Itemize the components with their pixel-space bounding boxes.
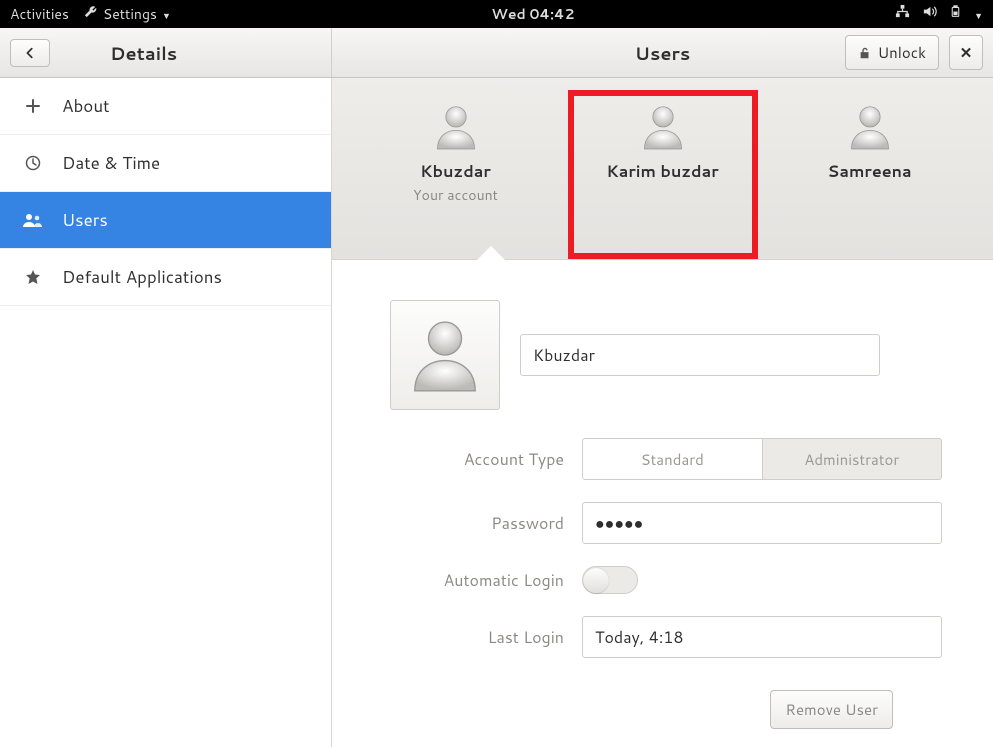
sidebar-item-label: About	[62, 94, 110, 118]
switch-knob	[583, 567, 609, 593]
last-login-label: Last Login	[382, 626, 582, 649]
unlock-button-label: Unlock	[878, 42, 926, 63]
main-panel: Kbuzdar Your account Karim buzdar Samree…	[332, 78, 993, 747]
user-tile-karim-buzdar[interactable]: Karim buzdar	[568, 90, 758, 259]
automatic-login-switch[interactable]	[582, 566, 638, 594]
users-icon	[22, 212, 44, 228]
last-login-value-box[interactable]: Today, 4:18	[582, 616, 942, 658]
network-icon[interactable]	[895, 4, 910, 24]
clock-icon	[22, 155, 44, 171]
lock-open-icon	[858, 46, 872, 60]
close-icon: ✕	[960, 42, 973, 63]
account-type-toggle[interactable]: Standard Administrator	[582, 438, 942, 480]
unlock-button[interactable]: Unlock	[845, 35, 939, 70]
user-form: Kbuzdar Account Type Standard Administra…	[332, 260, 993, 739]
avatar-icon	[401, 311, 489, 399]
user-tile-samreena[interactable]: Samreena	[775, 100, 965, 259]
password-field[interactable]: ●●●●●	[582, 502, 942, 544]
star-icon	[22, 269, 44, 285]
password-value: ●●●●●	[595, 512, 643, 535]
user-tile-kbuzdar[interactable]: Kbuzdar Your account	[361, 100, 551, 259]
app-menu-label: Settings	[103, 4, 157, 24]
sidebar: About Date & Time Users Default Applicat…	[0, 78, 332, 747]
left-pane-title: Details	[110, 40, 177, 66]
users-strip: Kbuzdar Your account Karim buzdar Samree…	[332, 78, 993, 260]
wrench-icon	[83, 4, 98, 24]
user-tile-name: Karim buzdar	[606, 160, 718, 183]
remove-user-button[interactable]: Remove User	[770, 690, 893, 729]
selected-user-pointer	[477, 246, 505, 260]
avatar-selector[interactable]	[390, 300, 500, 410]
password-label: Password	[382, 512, 582, 535]
display-name-value: Kbuzdar	[533, 344, 595, 367]
window-header: Details Users Unlock ✕	[0, 28, 993, 78]
automatic-login-label: Automatic Login	[382, 569, 582, 592]
user-tile-subtitle: Your account	[413, 185, 498, 205]
account-type-standard[interactable]: Standard	[582, 438, 763, 480]
user-tile-name: Kbuzdar	[420, 160, 491, 183]
sidebar-item-label: Users	[62, 208, 108, 232]
user-tile-name: Samreena	[827, 160, 911, 183]
gnome-topbar: Activities Settings ▼ Wed 04:42 ▼	[0, 0, 993, 28]
last-login-value: Today, 4:18	[595, 626, 684, 649]
close-button[interactable]: ✕	[949, 35, 983, 70]
activities-button[interactable]: Activities	[10, 4, 69, 24]
plus-icon	[22, 98, 44, 114]
sidebar-item-default-applications[interactable]: Default Applications	[0, 249, 331, 306]
sidebar-item-label: Default Applications	[62, 265, 222, 289]
chevron-down-icon: ▼	[162, 9, 171, 22]
avatar-icon	[636, 100, 690, 154]
app-menu-settings[interactable]: Settings ▼	[83, 4, 171, 24]
avatar-icon	[429, 100, 483, 154]
display-name-input[interactable]: Kbuzdar	[520, 334, 880, 376]
clock-label[interactable]: Wed 04:42	[171, 4, 895, 24]
sidebar-item-datetime[interactable]: Date & Time	[0, 135, 331, 192]
volume-icon[interactable]	[922, 4, 937, 24]
avatar-icon	[843, 100, 897, 154]
back-button[interactable]	[10, 39, 50, 67]
account-type-administrator[interactable]: Administrator	[763, 438, 943, 480]
sidebar-item-users[interactable]: Users	[0, 192, 331, 249]
battery-icon[interactable]	[949, 4, 962, 24]
sidebar-item-label: Date & Time	[62, 151, 160, 175]
sidebar-item-about[interactable]: About	[0, 78, 331, 135]
system-menu-chevron-icon[interactable]: ▼	[974, 9, 983, 22]
account-type-label: Account Type	[382, 448, 582, 471]
